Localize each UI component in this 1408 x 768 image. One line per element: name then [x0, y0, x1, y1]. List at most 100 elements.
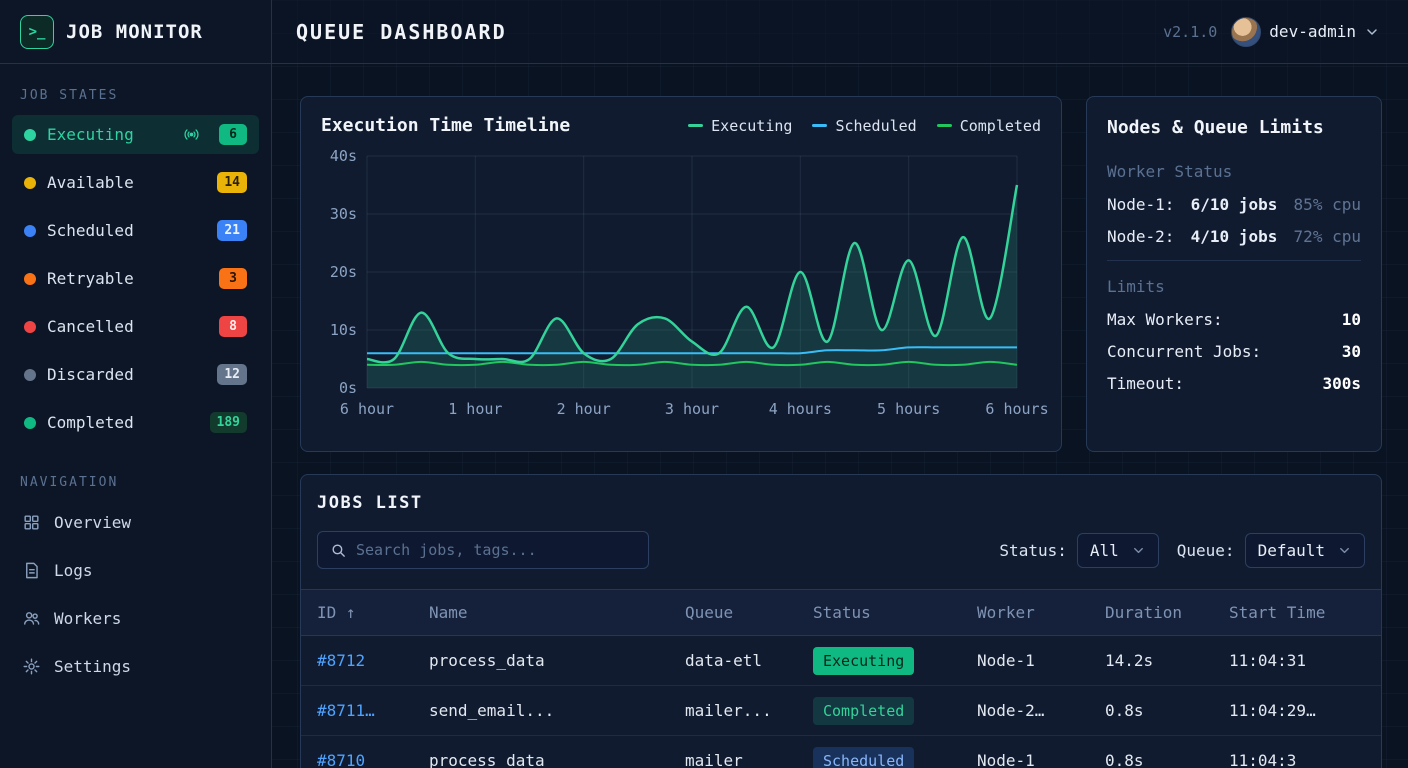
cell-start: 11:04:3: [1229, 751, 1297, 768]
cell-name: process_data: [429, 751, 545, 768]
table-row[interactable]: #8712 process_data data-etl Executing Node-1…: [301, 636, 1381, 686]
cell-id[interactable]: #8711…: [301, 701, 429, 720]
queue-select[interactable]: Default: [1244, 532, 1365, 568]
filter-queue-label: Queue:: [1176, 540, 1235, 560]
main-area: QUEUE DASHBOARD v2.1.0 dev-admin Executi…: [272, 0, 1408, 768]
worker-jobs: 4/10 jobs: [1190, 227, 1278, 246]
sidebar-item-discarded[interactable]: Discarded 12: [12, 355, 259, 394]
cell-id[interactable]: #8710: [301, 751, 429, 768]
topbar-right: v2.1.0 dev-admin: [1163, 16, 1380, 47]
status-select-value: All: [1089, 540, 1119, 560]
status-dot: [24, 416, 36, 429]
jobs-card: JOBS LIST Status: All Queue: Default ID ↑Na…: [300, 474, 1382, 768]
timeline-card-title: Execution Time Timeline: [321, 115, 571, 136]
table-row[interactable]: #8711… send_email... mailer... Completed Nod…: [301, 686, 1381, 736]
cell-start: 11:04:29…: [1229, 701, 1316, 720]
svg-text:5 hours: 5 hours: [877, 400, 940, 418]
jobs-toolbar: Status: All Queue: Default: [317, 531, 1365, 569]
column-header-starttime[interactable]: Start Time: [1229, 603, 1381, 622]
grid-icon: [22, 513, 41, 532]
sidebar-item-workers[interactable]: Workers: [12, 598, 259, 638]
filters: Status: All Queue: Default: [999, 532, 1365, 568]
limit-label: Max Workers:: [1107, 310, 1223, 329]
state-label: Scheduled: [47, 221, 134, 240]
sidebar-item-executing[interactable]: Executing 6: [12, 115, 259, 154]
worker-cpu: 85% cpu: [1293, 195, 1361, 214]
state-count-badge: 14: [217, 172, 247, 193]
legend-label: Executing: [711, 116, 793, 135]
column-header-duration[interactable]: Duration: [1105, 603, 1229, 622]
status-dot: [24, 272, 36, 285]
column-header-worker[interactable]: Worker: [977, 603, 1105, 622]
status-dot: [24, 368, 36, 381]
state-count-badge: 21: [217, 220, 247, 241]
status-dot: [24, 176, 36, 189]
sidebar-item-scheduled[interactable]: Scheduled 21: [12, 211, 259, 250]
worker-status-row: Node-2: 4/10 jobs 72% cpu: [1107, 227, 1361, 246]
terminal-icon: >_: [28, 23, 46, 40]
nodes-card-title: Nodes & Queue Limits: [1107, 117, 1324, 138]
worker-status-header: Worker Status: [1107, 162, 1233, 181]
cell-duration: 0.8s: [1105, 701, 1144, 720]
worker-status-list: Node-1: 6/10 jobs 85% cpu Node-2: 4/10 jobs 7…: [1107, 195, 1361, 246]
state-label: Executing: [47, 125, 134, 144]
status-dot: [24, 224, 36, 237]
sidebar-item-cancelled[interactable]: Cancelled 8: [12, 307, 259, 346]
state-count-badge: 8: [219, 316, 247, 337]
chevron-down-icon: [1337, 543, 1352, 558]
sidebar-item-logs[interactable]: Logs: [12, 550, 259, 590]
sidebar-item-overview[interactable]: Overview: [12, 502, 259, 542]
sidebar-item-retryable[interactable]: Retryable 3: [12, 259, 259, 298]
status-dot: [24, 128, 36, 141]
timeline-chart-svg: 0s 10s 20s 30s 40s 6 hour 1 hour 2 hour 3 hour 4 …: [330, 147, 1049, 418]
chevron-down-icon: [1131, 543, 1146, 558]
search-box: [317, 531, 649, 569]
status-badge: Completed: [813, 696, 915, 725]
column-header-status[interactable]: Status: [813, 603, 977, 622]
cell-worker: Node-1: [977, 751, 1035, 768]
state-count-badge: 189: [209, 412, 247, 433]
svg-text:30s: 30s: [330, 205, 357, 223]
limit-row: Max Workers: 10: [1107, 310, 1361, 329]
divider: [1107, 260, 1361, 261]
svg-text:20s: 20s: [330, 263, 357, 281]
search-input[interactable]: [356, 541, 636, 559]
svg-text:6 hour: 6 hour: [340, 400, 394, 418]
worker-cpu: 72% cpu: [1293, 227, 1361, 246]
column-header-id[interactable]: ID ↑: [301, 603, 429, 622]
nav-item-label: Logs: [54, 560, 93, 580]
table-row[interactable]: #8710 process_data mailer Scheduled Node-1 0.…: [301, 736, 1381, 768]
cell-queue: data-etl: [685, 651, 763, 670]
limit-row: Timeout: 300s: [1107, 374, 1361, 393]
limit-row: Concurrent Jobs: 30: [1107, 342, 1361, 361]
cell-worker: Node-1: [977, 651, 1035, 670]
state-label: Cancelled: [47, 317, 134, 336]
limits-list: Max Workers: 10 Concurrent Jobs: 30 Timeout:…: [1107, 310, 1361, 393]
chart-legend: Executing Scheduled Completed: [688, 117, 1041, 135]
sidebar-item-available[interactable]: Available 14: [12, 163, 259, 202]
cell-id[interactable]: #8712: [301, 651, 429, 670]
nodes-card: Nodes & Queue Limits Worker Status Node-…: [1086, 96, 1382, 452]
top-cards-row: Execution Time Timeline Executing Schedul…: [300, 96, 1382, 452]
filter-status: Status: All: [999, 532, 1159, 568]
status-dot: [24, 320, 36, 333]
sidebar-item-settings[interactable]: Settings: [12, 646, 259, 686]
svg-text:10s: 10s: [330, 321, 357, 339]
column-header-name[interactable]: Name: [429, 603, 685, 622]
user-menu[interactable]: dev-admin: [1231, 16, 1380, 47]
app-title: JOB MONITOR: [66, 20, 203, 43]
cell-duration: 14.2s: [1105, 651, 1154, 670]
job-states-list: Executing 6 Available 14 Scheduled 21 Retryabl…: [0, 115, 271, 451]
status-select[interactable]: All: [1076, 532, 1159, 568]
execution-time-chart: 0s 10s 20s 30s 40s 6 hour 1 hour 2 hour 3 hour 4 …: [321, 142, 1049, 438]
state-label: Available: [47, 173, 134, 192]
svg-text:40s: 40s: [330, 147, 357, 165]
nav-item-label: Overview: [54, 512, 132, 532]
column-header-queue[interactable]: Queue: [685, 603, 813, 622]
page-title: QUEUE DASHBOARD: [296, 19, 507, 44]
timeline-card-header: Execution Time Timeline Executing Schedul…: [321, 115, 1041, 136]
legend-item-executing: Executing: [688, 117, 792, 135]
navigation-list: Overview Logs Workers Settings: [0, 502, 271, 694]
topbar: QUEUE DASHBOARD v2.1.0 dev-admin: [272, 0, 1408, 64]
sidebar-item-completed[interactable]: Completed 189: [12, 403, 259, 442]
